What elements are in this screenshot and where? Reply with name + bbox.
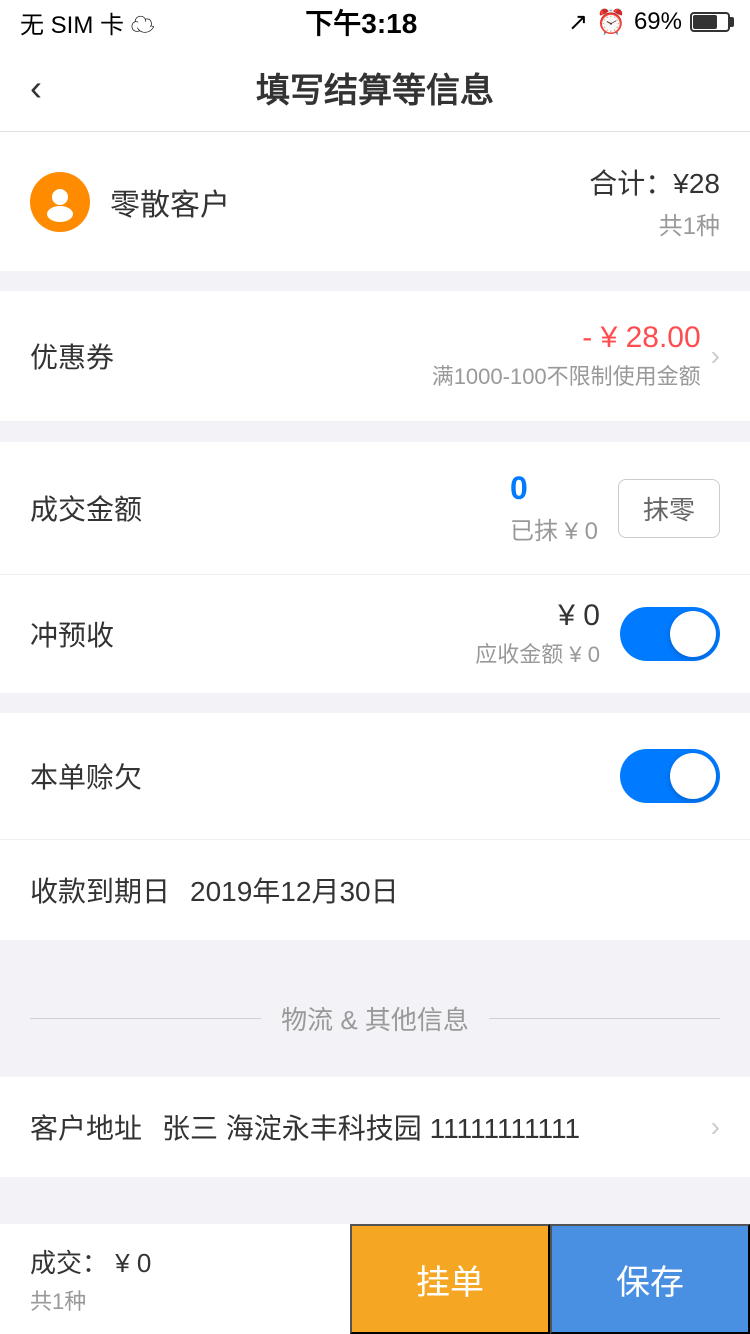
address-section: 客户地址 张三 海淀永丰科技园 11111111111 › — [0, 1077, 750, 1177]
logistics-divider-section: 物流 & 其他信息 — [0, 960, 750, 1077]
coupon-chevron-icon: › — [711, 340, 720, 372]
deal-amount-sub: 已抹 ¥ 0 — [510, 511, 598, 546]
customer-row: 零散客户 合计：¥28 共1种 — [0, 132, 750, 271]
content-area: 零散客户 合计：¥28 共1种 优惠券 - ¥ 28.00 满1000-100不… — [0, 132, 750, 1317]
nav-bar: ‹ 填写结算等信息 — [0, 44, 750, 132]
total-amount: 合计：¥28 — [589, 162, 720, 202]
precollect-toggle[interactable] — [620, 607, 720, 661]
deal-section: 成交金额 0 已抹 ¥ 0 抹零 冲预收 ¥ 0 应收金额 ¥ 0 — [0, 442, 750, 693]
status-time: 下午3:18 — [305, 2, 417, 42]
precollect-value: ¥ 0 — [475, 599, 600, 633]
battery-icon — [690, 12, 730, 32]
address-row[interactable]: 客户地址 张三 海淀永丰科技园 11111111111 › — [0, 1077, 750, 1177]
hold-order-button[interactable]: 挂单 — [350, 1224, 550, 1334]
precollect-label: 冲预收 — [30, 614, 114, 654]
precollect-row: 冲预收 ¥ 0 应收金额 ¥ 0 — [0, 574, 750, 693]
address-label: 客户地址 — [30, 1107, 142, 1147]
logistics-label-bar: 物流 & 其他信息 — [0, 980, 750, 1057]
bottom-info: 成交： ¥ 0 共1种 — [0, 1243, 350, 1316]
debt-section: 本单赊欠 收款到期日 2019年12月30日 — [0, 713, 750, 940]
precollect-right: ¥ 0 应收金额 ¥ 0 — [475, 599, 720, 669]
debt-label: 本单赊欠 — [30, 756, 142, 796]
customer-left: 零散客户 — [30, 172, 230, 232]
logistics-title: 物流 & 其他信息 — [281, 1000, 469, 1037]
bottom-deal-amount: 成交： ¥ 0 — [30, 1243, 320, 1280]
duedate-label: 收款到期日 — [30, 870, 170, 910]
debt-row: 本单赊欠 — [0, 713, 750, 839]
precollect-sub: 应收金额 ¥ 0 — [475, 637, 600, 669]
round-off-button[interactable]: 抹零 — [618, 479, 720, 538]
coupon-label: 优惠券 — [30, 336, 114, 376]
deal-amount-right: 0 已抹 ¥ 0 抹零 — [510, 470, 720, 546]
signal-text: 无 SIM 卡 ☁ — [20, 5, 155, 40]
debt-toggle-knob — [670, 753, 716, 799]
coupon-discount: - ¥ 28.00 — [432, 321, 701, 355]
address-chevron-icon: › — [711, 1111, 720, 1143]
deal-amount-label: 成交金额 — [30, 488, 142, 528]
coupon-right: - ¥ 28.00 满1000-100不限制使用金额 › — [432, 321, 720, 391]
coupon-right-text: - ¥ 28.00 满1000-100不限制使用金额 — [432, 321, 701, 391]
duedate-row: 收款到期日 2019年12月30日 — [0, 839, 750, 940]
save-button[interactable]: 保存 — [550, 1224, 750, 1334]
location-icon: ↗ — [568, 8, 588, 37]
coupon-desc: 满1000-100不限制使用金额 — [432, 359, 701, 391]
status-right: ↗ ⏰ 69% — [568, 8, 730, 37]
debt-toggle[interactable] — [620, 749, 720, 803]
precollect-toggle-knob — [670, 611, 716, 657]
back-button[interactable]: ‹ — [30, 67, 42, 109]
status-left: 无 SIM 卡 ☁ — [20, 5, 155, 40]
customer-right: 合计：¥28 共1种 — [589, 162, 720, 241]
status-bar: 无 SIM 卡 ☁ 下午3:18 ↗ ⏰ 69% — [0, 0, 750, 44]
coupon-row[interactable]: 优惠券 - ¥ 28.00 满1000-100不限制使用金额 › — [0, 291, 750, 422]
bottom-count: 共1种 — [30, 1284, 320, 1316]
logistics-divider-left — [30, 1018, 261, 1019]
alarm-icon: ⏰ — [596, 8, 626, 37]
precollect-amount: ¥ 0 应收金额 ¥ 0 — [475, 599, 600, 669]
avatar — [30, 172, 90, 232]
page-title: 填写结算等信息 — [256, 63, 494, 112]
total-count: 共1种 — [589, 206, 720, 241]
deal-amount-row: 成交金额 0 已抹 ¥ 0 抹零 — [0, 442, 750, 574]
bottom-bar: 成交： ¥ 0 共1种 挂单 保存 — [0, 1224, 750, 1334]
duedate-value: 2019年12月30日 — [190, 870, 399, 910]
logistics-divider-right — [489, 1018, 720, 1019]
deal-amount-value[interactable]: 0 — [510, 470, 598, 507]
address-value: 张三 海淀永丰科技园 11111111111 — [162, 1107, 711, 1147]
battery-percent: 69% — [634, 8, 682, 36]
customer-name: 零散客户 — [110, 180, 230, 224]
